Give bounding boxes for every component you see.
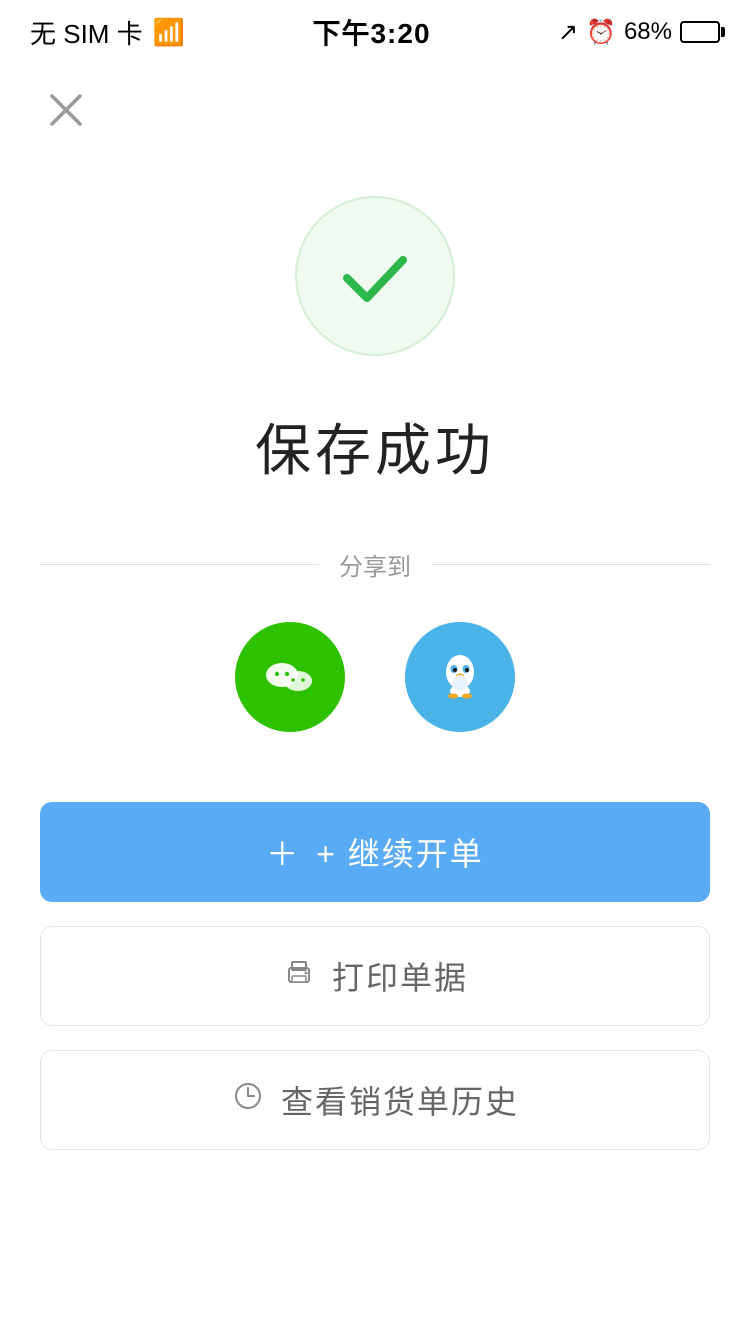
share-divider: 分享到 <box>40 547 710 582</box>
action-buttons: ＋ + 继续开单 打印单据 查看销货单历史 <box>40 802 710 1150</box>
status-time: 下午3:20 <box>312 12 430 52</box>
history-button[interactable]: 查看销货单历史 <box>40 1050 710 1150</box>
success-icon-circle <box>295 196 455 356</box>
battery-text: 68% <box>624 18 672 46</box>
printer-icon <box>282 955 316 997</box>
status-bar: 无 SIM 卡 📶 下午3:20 ↗ ⏰ 68% <box>0 0 750 64</box>
history-icon <box>231 1079 265 1121</box>
history-label: 查看销货单历史 <box>281 1077 519 1123</box>
no-sim-text: 无 SIM 卡 <box>30 14 143 51</box>
checkmark-icon <box>335 236 415 316</box>
print-button[interactable]: 打印单据 <box>40 926 710 1026</box>
wechat-icon <box>260 647 320 707</box>
close-area <box>0 64 750 146</box>
alarm-icon: ⏰ <box>586 18 616 47</box>
qq-share-button[interactable] <box>405 622 515 732</box>
status-left: 无 SIM 卡 📶 <box>30 14 185 51</box>
qq-icon <box>430 647 490 707</box>
wifi-icon: 📶 <box>153 17 185 48</box>
divider-line-right <box>431 564 710 565</box>
divider-line-left <box>40 564 319 565</box>
location-icon: ↗ <box>558 18 578 47</box>
battery-icon <box>680 21 720 43</box>
share-label: 分享到 <box>319 547 431 582</box>
main-content: 保存成功 分享到 <box>0 146 750 1334</box>
print-label: 打印单据 <box>332 953 468 999</box>
plus-icon: ＋ <box>266 829 300 875</box>
close-icon <box>48 92 84 128</box>
success-title: 保存成功 <box>255 406 495 487</box>
continue-order-label: + 继续开单 <box>316 829 484 875</box>
close-button[interactable] <box>40 84 92 136</box>
wechat-share-button[interactable] <box>235 622 345 732</box>
share-icons <box>235 622 515 732</box>
status-right: ↗ ⏰ 68% <box>558 18 720 47</box>
continue-order-button[interactable]: ＋ + 继续开单 <box>40 802 710 902</box>
